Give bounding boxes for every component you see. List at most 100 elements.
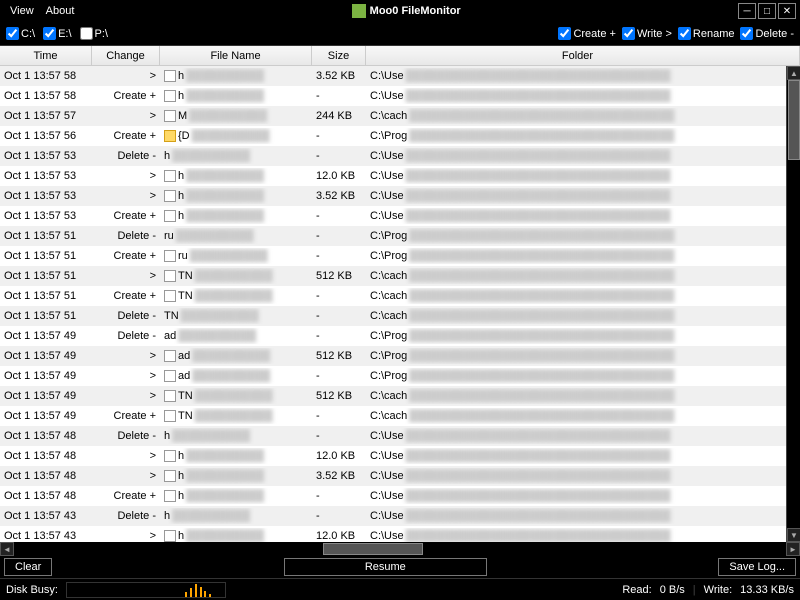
minimize-button[interactable]: ─ [738, 3, 756, 19]
table-row[interactable]: Oct 1 13:57 49Create +TN██████████-C:\ca… [0, 406, 800, 426]
header-change[interactable]: Change [92, 46, 160, 65]
header-time[interactable]: Time [0, 46, 92, 65]
table-row[interactable]: Oct 1 13:57 51>TN██████████512 KBC:\cach… [0, 266, 800, 286]
table-row[interactable]: Oct 1 13:57 58Create +h██████████-C:\Use… [0, 86, 800, 106]
cell-size: 12.0 KB [312, 448, 366, 464]
cell-time: Oct 1 13:57 51 [0, 228, 92, 244]
cell-filename: h██████████ [160, 168, 312, 184]
table-row[interactable]: Oct 1 13:57 49>ad██████████-C:\Prog█████… [0, 366, 800, 386]
resume-button[interactable]: Resume [284, 558, 487, 576]
table-row[interactable]: Oct 1 13:57 53Delete -h██████████-C:\Use… [0, 146, 800, 166]
cell-filename: TN██████████ [160, 288, 312, 304]
table-row[interactable]: Oct 1 13:57 57>M██████████244 KBC:\cach█… [0, 106, 800, 126]
cell-folder: C:\cach█████████████████████████████████… [366, 288, 800, 304]
read-value: 0 B/s [660, 584, 685, 596]
table-row[interactable]: Oct 1 13:57 43Delete -h██████████-C:\Use… [0, 506, 800, 526]
file-grid[interactable]: Oct 1 13:57 58>h██████████3.52 KBC:\Use█… [0, 66, 800, 542]
cell-time: Oct 1 13:57 51 [0, 268, 92, 284]
filter-check-input[interactable] [740, 27, 753, 40]
table-row[interactable]: Oct 1 13:57 43>h██████████12.0 KBC:\Use█… [0, 526, 800, 542]
vscroll-thumb[interactable] [788, 80, 800, 160]
table-row[interactable]: Oct 1 13:57 48>h██████████12.0 KBC:\Use█… [0, 446, 800, 466]
cell-filename: h██████████ [160, 68, 312, 84]
cell-folder: C:\cach█████████████████████████████████… [366, 308, 800, 324]
table-row[interactable]: Oct 1 13:57 49Delete -ad██████████-C:\Pr… [0, 326, 800, 346]
menu-about[interactable]: About [46, 5, 75, 17]
table-row[interactable]: Oct 1 13:57 48Create +h██████████-C:\Use… [0, 486, 800, 506]
table-row[interactable]: Oct 1 13:57 48>h██████████3.52 KBC:\Use█… [0, 466, 800, 486]
maximize-button[interactable]: □ [758, 3, 776, 19]
toolbar: C:\ E:\ P:\ Create + Write > Rename Delete - [0, 22, 800, 46]
drive-check-input[interactable] [6, 27, 19, 40]
cell-filename: {D██████████ [160, 128, 312, 144]
drive-check-input[interactable] [43, 27, 56, 40]
cell-change: > [92, 168, 160, 184]
close-button[interactable]: ✕ [778, 3, 796, 19]
bottom-bar: Clear Resume Save Log... [0, 556, 800, 578]
cell-folder: C:\Use██████████████████████████████████ [366, 148, 800, 164]
file-icon [164, 170, 176, 182]
cell-size: - [312, 148, 366, 164]
table-row[interactable]: Oct 1 13:57 53Create +h██████████-C:\Use… [0, 206, 800, 226]
cell-time: Oct 1 13:57 48 [0, 468, 92, 484]
hscroll-thumb[interactable] [323, 543, 423, 555]
cell-size: - [312, 288, 366, 304]
column-headers: Time Change File Name Size Folder [0, 46, 800, 66]
scroll-left-button[interactable]: ◄ [0, 542, 14, 556]
vertical-scrollbar[interactable]: ▲ ▼ [786, 66, 800, 542]
cell-filename: M██████████ [160, 108, 312, 124]
scroll-right-button[interactable]: ► [786, 542, 800, 556]
table-row[interactable]: Oct 1 13:57 58>h██████████3.52 KBC:\Use█… [0, 66, 800, 86]
filter-checkbox[interactable]: Delete - [740, 27, 794, 40]
cell-folder: C:\Use██████████████████████████████████ [366, 188, 800, 204]
cell-folder: C:\Use██████████████████████████████████ [366, 528, 800, 542]
table-row[interactable]: Oct 1 13:57 56Create +{D██████████-C:\Pr… [0, 126, 800, 146]
header-filename[interactable]: File Name [160, 46, 312, 65]
header-size[interactable]: Size [312, 46, 366, 65]
table-row[interactable]: Oct 1 13:57 51Create +ru██████████-C:\Pr… [0, 246, 800, 266]
table-row[interactable]: Oct 1 13:57 51Delete -ru██████████-C:\Pr… [0, 226, 800, 246]
drive-checkbox[interactable]: E:\ [43, 27, 71, 40]
filter-checkbox[interactable]: Write > [622, 27, 672, 40]
drive-check-input[interactable] [80, 27, 93, 40]
cell-time: Oct 1 13:57 49 [0, 348, 92, 364]
table-row[interactable]: Oct 1 13:57 51Delete -TN██████████-C:\ca… [0, 306, 800, 326]
drive-checkbox[interactable]: C:\ [6, 27, 35, 40]
cell-change: Create + [92, 88, 160, 104]
cell-filename: h██████████ [160, 468, 312, 484]
filter-check-input[interactable] [622, 27, 635, 40]
cell-filename: ru██████████ [160, 248, 312, 264]
cell-size: - [312, 228, 366, 244]
cell-folder: C:\Prog█████████████████████████████████… [366, 328, 800, 344]
scroll-down-button[interactable]: ▼ [787, 528, 800, 542]
cell-folder: C:\Use██████████████████████████████████ [366, 208, 800, 224]
header-folder[interactable]: Folder [366, 46, 800, 65]
filter-checkbox[interactable]: Create + [558, 27, 616, 40]
table-row[interactable]: Oct 1 13:57 51Create +TN██████████-C:\ca… [0, 286, 800, 306]
drive-checkbox[interactable]: P:\ [80, 27, 108, 40]
table-row[interactable]: Oct 1 13:57 49>TN██████████512 KBC:\cach… [0, 386, 800, 406]
cell-size: - [312, 368, 366, 384]
filter-check-input[interactable] [678, 27, 691, 40]
table-row[interactable]: Oct 1 13:57 53>h██████████12.0 KBC:\Use█… [0, 166, 800, 186]
cell-change: > [92, 188, 160, 204]
save-log-button[interactable]: Save Log... [718, 558, 796, 576]
app-icon [352, 4, 366, 18]
menu-view[interactable]: View [10, 5, 34, 17]
cell-folder: C:\cach█████████████████████████████████… [366, 408, 800, 424]
scroll-up-button[interactable]: ▲ [787, 66, 800, 80]
cell-size: - [312, 128, 366, 144]
filter-checkbox[interactable]: Rename [678, 27, 735, 40]
file-icon [164, 450, 176, 462]
table-row[interactable]: Oct 1 13:57 53>h██████████3.52 KBC:\Use█… [0, 186, 800, 206]
cell-size: 3.52 KB [312, 68, 366, 84]
table-row[interactable]: Oct 1 13:57 48Delete -h██████████-C:\Use… [0, 426, 800, 446]
clear-button[interactable]: Clear [4, 558, 52, 576]
filter-check-input[interactable] [558, 27, 571, 40]
file-icon [164, 270, 176, 282]
cell-size: - [312, 408, 366, 424]
cell-change: > [92, 68, 160, 84]
cell-filename: h██████████ [160, 188, 312, 204]
table-row[interactable]: Oct 1 13:57 49>ad██████████512 KBC:\Prog… [0, 346, 800, 366]
horizontal-scrollbar[interactable]: ◄ ► [0, 542, 800, 556]
